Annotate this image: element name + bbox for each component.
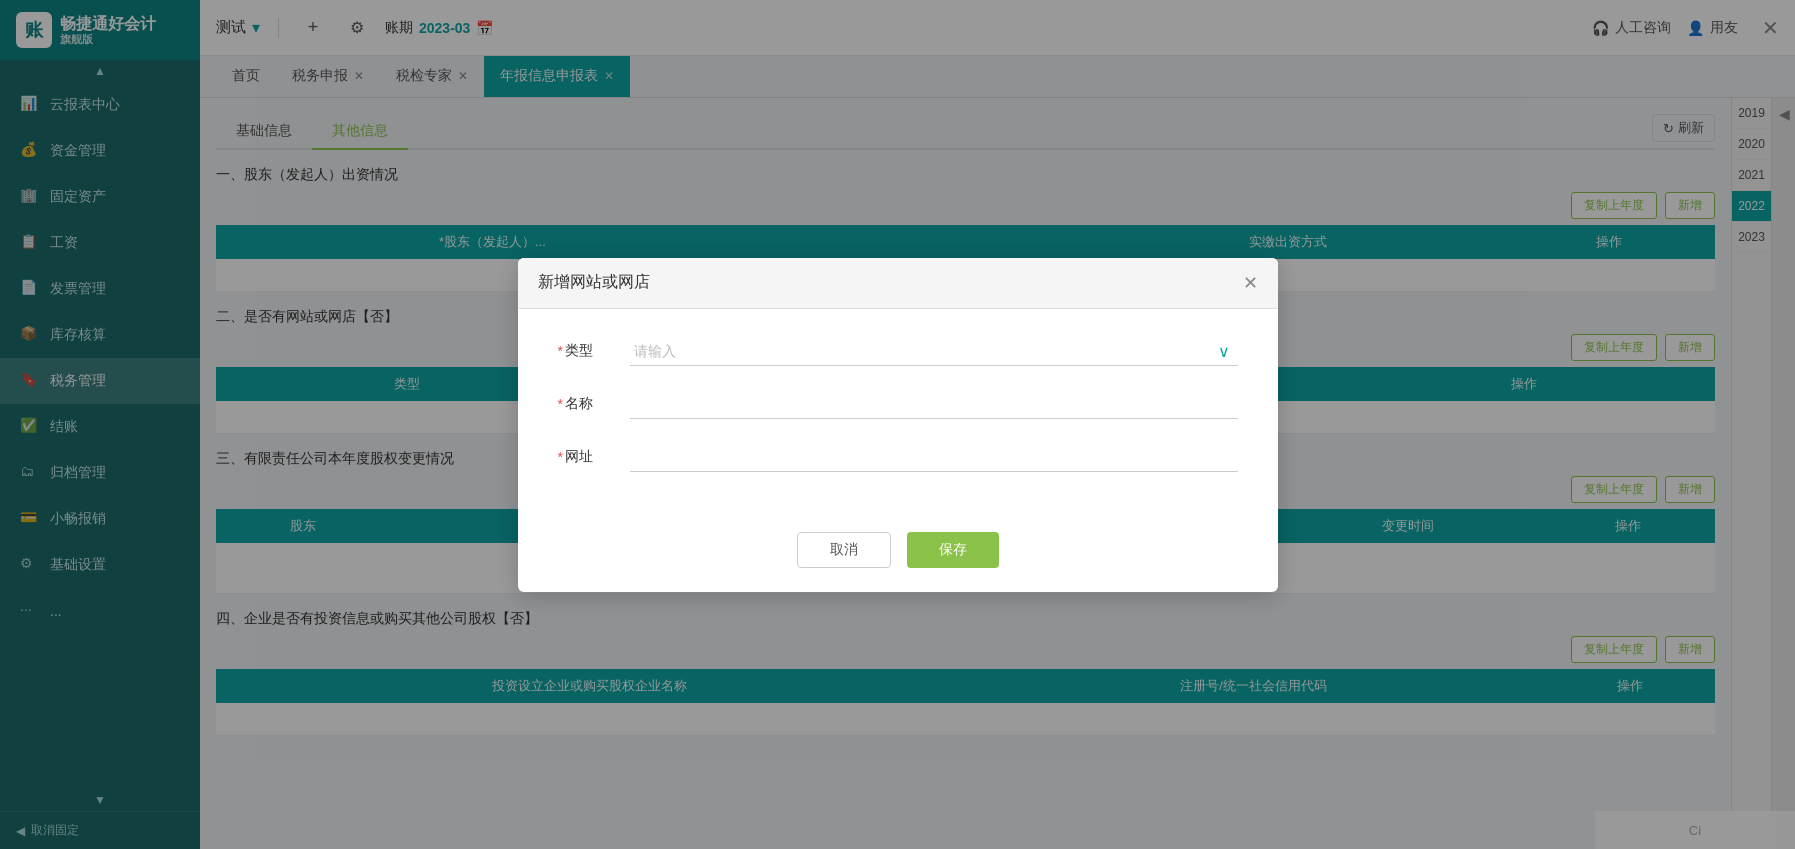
form-row-url: * 网址	[558, 443, 1238, 472]
modal-close-button[interactable]: ✕	[1243, 272, 1258, 294]
form-label-url: * 网址	[558, 448, 618, 466]
modal-footer: 取消 保存	[518, 516, 1278, 592]
modal-body: * 类型 ∨ * 名称	[518, 309, 1278, 516]
form-input-name[interactable]	[630, 390, 1238, 419]
modal-cancel-button[interactable]: 取消	[797, 532, 891, 568]
form-input-wrap-type: ∨	[630, 337, 1238, 366]
form-row-name: * 名称	[558, 390, 1238, 419]
form-input-wrap-url	[630, 443, 1238, 472]
modal-save-button[interactable]: 保存	[907, 532, 999, 568]
form-label-name: * 名称	[558, 395, 618, 413]
modal-title: 新增网站或网店	[538, 272, 650, 293]
form-label-type: * 类型	[558, 342, 618, 360]
form-input-url[interactable]	[630, 443, 1238, 472]
form-input-wrap-name	[630, 390, 1238, 419]
modal-add-website: 新增网站或网店 ✕ * 类型 ∨ * 名称	[518, 258, 1278, 592]
modal-overlay[interactable]: 新增网站或网店 ✕ * 类型 ∨ * 名称	[0, 0, 1795, 849]
form-row-type: * 类型 ∨	[558, 337, 1238, 366]
modal-header: 新增网站或网店 ✕	[518, 258, 1278, 309]
form-input-type[interactable]	[630, 337, 1238, 366]
